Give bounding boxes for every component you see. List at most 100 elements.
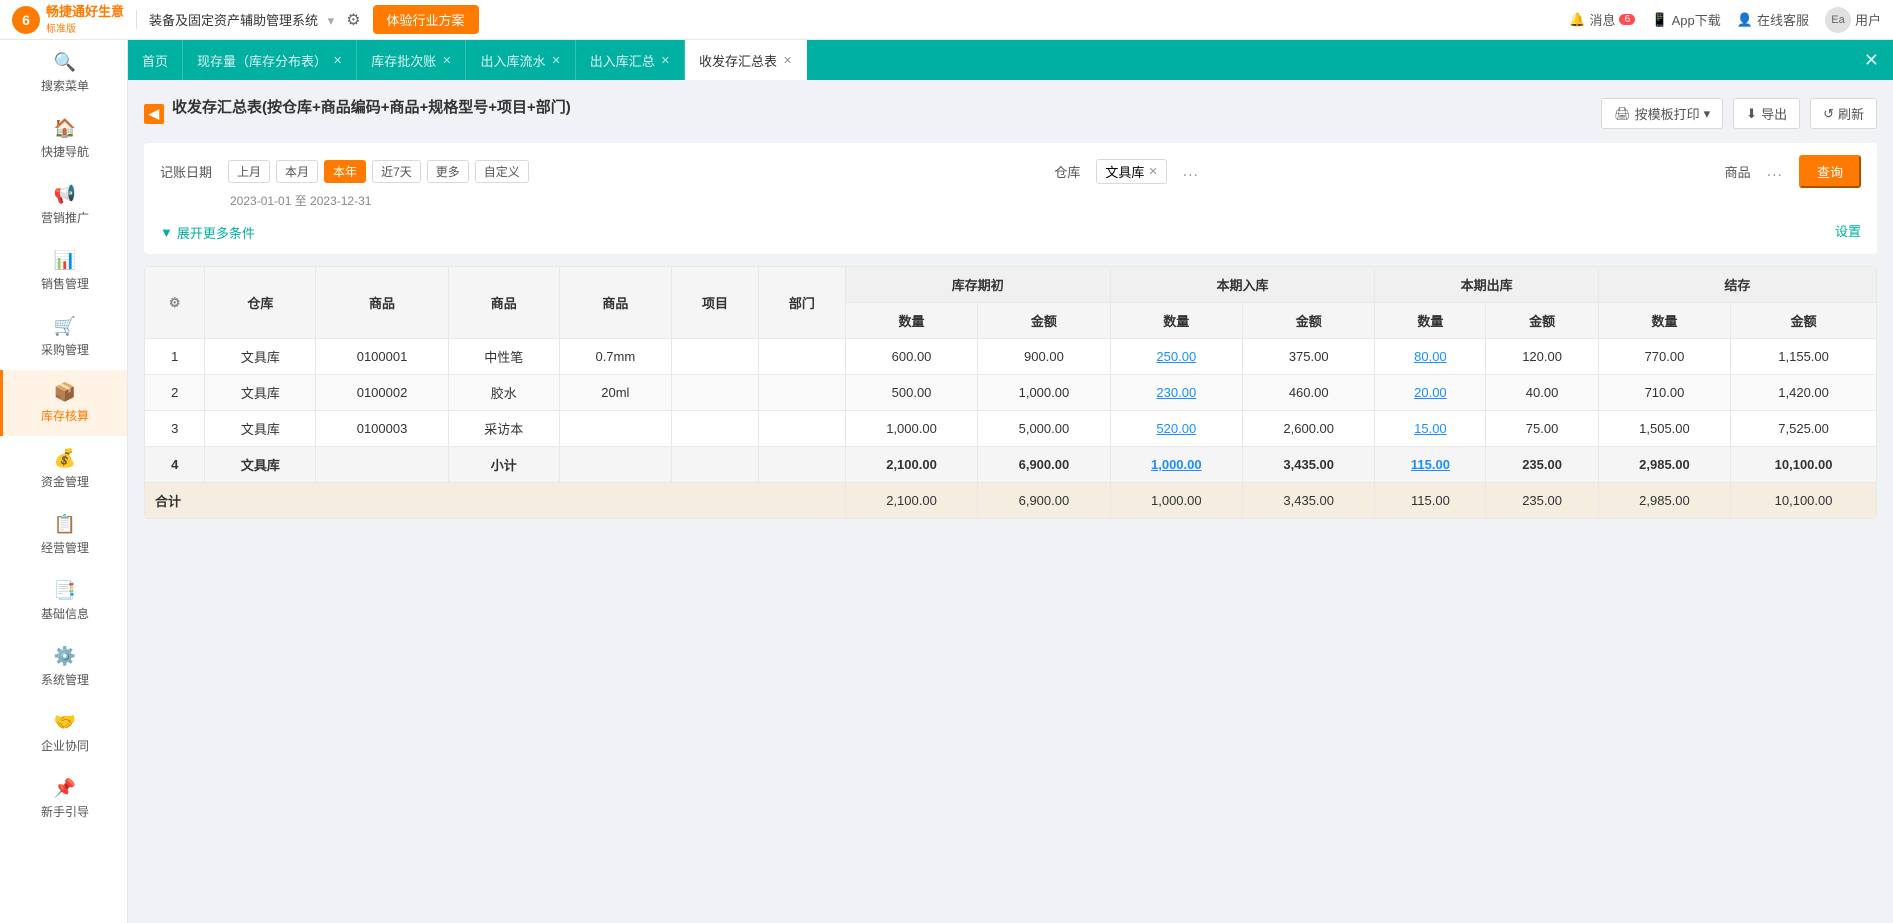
- page-content: ◀ 收发存汇总表(按仓库+商品编码+商品+规格型号+项目+部门) 🖨 按模板打印…: [128, 80, 1893, 923]
- settings-link[interactable]: 设置: [1835, 221, 1861, 240]
- product-filter-dots[interactable]: ...: [1767, 163, 1783, 181]
- row-close-qty: 2,985.00: [1598, 447, 1730, 483]
- sidebar-item-guide[interactable]: 📌 新手引导: [0, 766, 127, 832]
- tab-inout-summary-close[interactable]: ✕: [661, 54, 670, 67]
- shortcut-last-month[interactable]: 上月: [228, 160, 270, 183]
- row-in-qty[interactable]: 1,000.00: [1110, 447, 1242, 483]
- collapse-btn[interactable]: ◀: [144, 104, 164, 124]
- sidebar-item-marketing[interactable]: 📢 营销推广: [0, 172, 127, 238]
- row-out-qty[interactable]: 115.00: [1375, 447, 1486, 483]
- expand-more[interactable]: ▼ 展开更多条件: [160, 223, 255, 242]
- user-item[interactable]: Ea 用户: [1825, 7, 1881, 33]
- row-product-code: 0100003: [316, 411, 448, 447]
- filter-bar: 记账日期 上月 本月 本年 近7天 更多 自定义 仓库 文具库 ✕: [144, 143, 1877, 254]
- shortcut-this-month[interactable]: 本月: [276, 160, 318, 183]
- row-product-code: 0100002: [316, 375, 448, 411]
- sidebar-item-operations[interactable]: 📋 经营管理: [0, 502, 127, 568]
- row-product-name: 采访本: [448, 411, 559, 447]
- messages-item[interactable]: 🔔 消息 6: [1569, 10, 1635, 29]
- row-out-qty[interactable]: 20.00: [1375, 375, 1486, 411]
- row-open-amt: 5,000.00: [978, 411, 1110, 447]
- sidebar-item-sales[interactable]: 📊 销售管理: [0, 238, 127, 304]
- logo-line1: 畅捷通好生意: [46, 4, 124, 20]
- tab-home-label: 首页: [142, 51, 168, 70]
- table-row: 2文具库0100002胶水20ml500.001,000.00230.00460…: [145, 375, 1877, 411]
- tab-close-all[interactable]: ✕: [1850, 50, 1893, 71]
- refresh-btn[interactable]: ↺ 刷新: [1810, 98, 1877, 129]
- row-product-spec: [559, 447, 671, 483]
- settings-button[interactable]: ⚙: [342, 6, 364, 34]
- table-settings-gear-icon[interactable]: ⚙: [169, 295, 181, 310]
- shortcut-this-year[interactable]: 本年: [324, 160, 366, 183]
- tab-inout-flow-close[interactable]: ✕: [552, 54, 561, 67]
- th-warehouse: 仓库: [205, 267, 316, 339]
- export-btn[interactable]: ⬇ 导出: [1733, 98, 1800, 129]
- print-btn[interactable]: 🖨 按模板打印 ▾: [1601, 98, 1723, 129]
- system-dropdown-icon[interactable]: ▾: [328, 13, 335, 28]
- date-range: 2023-01-01 至 2023-12-31: [230, 194, 371, 208]
- sidebar-label-search: 搜索菜单: [41, 77, 89, 94]
- row-out-qty[interactable]: 80.00: [1375, 339, 1486, 375]
- row-close-amt: 1,420.00: [1731, 375, 1877, 411]
- row-project: [671, 339, 758, 375]
- main-layout: 🔍 搜索菜单 🏠 快捷导航 📢 营销推广 📊 销售管理 🛒 采购管理 📦 库存核…: [0, 40, 1893, 923]
- total-close-amt: 10,100.00: [1731, 483, 1877, 519]
- row-in-qty[interactable]: 250.00: [1110, 339, 1242, 375]
- sidebar-item-quick-nav[interactable]: 🏠 快捷导航: [0, 106, 127, 172]
- row-project: [671, 447, 758, 483]
- tab-home[interactable]: 首页: [128, 40, 183, 80]
- total-in-amt: 3,435.00: [1243, 483, 1375, 519]
- th-outbound-amt: 金额: [1486, 303, 1598, 339]
- sidebar-item-system[interactable]: ⚙️ 系统管理: [0, 634, 127, 700]
- warehouse-tag-remove[interactable]: ✕: [1148, 165, 1157, 178]
- row-product-name: 中性笔: [448, 339, 559, 375]
- tab-inout-flow[interactable]: 出入库流水 ✕: [466, 40, 575, 80]
- online-service-item[interactable]: 👤 在线客服: [1737, 10, 1809, 29]
- row-out-qty[interactable]: 15.00: [1375, 411, 1486, 447]
- sidebar-item-finance[interactable]: 💰 资金管理: [0, 436, 127, 502]
- app-download-item[interactable]: 📱 App下载: [1651, 10, 1720, 29]
- row-num: 4: [145, 447, 205, 483]
- query-button[interactable]: 查询: [1799, 155, 1861, 188]
- sidebar-label-basics: 基础信息: [41, 605, 89, 622]
- row-warehouse: 文具库: [205, 375, 316, 411]
- warehouse-filter-dots[interactable]: ...: [1183, 163, 1199, 181]
- tab-inout-summary[interactable]: 出入库汇总 ✕: [576, 40, 685, 80]
- row-product-spec: [559, 411, 671, 447]
- trial-button[interactable]: 体验行业方案: [373, 5, 479, 34]
- tab-batch[interactable]: 库存批次账 ✕: [357, 40, 466, 80]
- tab-batch-close[interactable]: ✕: [442, 54, 451, 67]
- row-product-name: 小计: [448, 447, 559, 483]
- user-label: 用户: [1855, 10, 1881, 29]
- tab-inventory-dist[interactable]: 现存量（库存分布表） ✕: [183, 40, 357, 80]
- messages-label: 消息: [1589, 10, 1615, 29]
- sidebar-label-sales: 销售管理: [41, 275, 89, 292]
- sidebar-item-basics[interactable]: 📑 基础信息: [0, 568, 127, 634]
- table-row: 4文具库小计2,100.006,900.001,000.003,435.0011…: [145, 447, 1877, 483]
- sidebar-item-inventory[interactable]: 📦 库存核算: [0, 370, 127, 436]
- row-project: [671, 375, 758, 411]
- sidebar-item-search[interactable]: 🔍 搜索菜单: [0, 40, 127, 106]
- tab-inventory-dist-close[interactable]: ✕: [333, 54, 342, 67]
- shortcut-7days[interactable]: 近7天: [372, 160, 421, 183]
- shortcut-more[interactable]: 更多: [427, 160, 469, 183]
- logo-icon: 6: [12, 6, 40, 34]
- row-open-amt: 1,000.00: [978, 375, 1110, 411]
- row-product-code: 0100001: [316, 339, 448, 375]
- guide-icon: 📌: [54, 778, 76, 799]
- sidebar-item-enterprise[interactable]: 🤝 企业协同: [0, 700, 127, 766]
- system-name-text: 装备及固定资产辅助管理系统: [149, 13, 318, 28]
- phone-icon: 📱: [1651, 12, 1667, 28]
- row-in-qty[interactable]: 230.00: [1110, 375, 1242, 411]
- th-settings[interactable]: ⚙: [145, 267, 205, 339]
- sidebar-item-purchase[interactable]: 🛒 采购管理: [0, 304, 127, 370]
- th-closing-amt: 金额: [1731, 303, 1877, 339]
- shortcut-custom[interactable]: 自定义: [475, 160, 529, 183]
- row-in-qty[interactable]: 520.00: [1110, 411, 1242, 447]
- tab-recv-send-summary[interactable]: 收发存汇总表 ✕: [685, 40, 807, 80]
- refresh-btn-label: 刷新: [1838, 104, 1864, 123]
- tab-recv-send-summary-close[interactable]: ✕: [783, 54, 792, 67]
- th-outbound: 本期出库: [1375, 267, 1598, 303]
- sidebar-label-operations: 经营管理: [41, 539, 89, 556]
- sidebar: 🔍 搜索菜单 🏠 快捷导航 📢 营销推广 📊 销售管理 🛒 采购管理 📦 库存核…: [0, 40, 128, 923]
